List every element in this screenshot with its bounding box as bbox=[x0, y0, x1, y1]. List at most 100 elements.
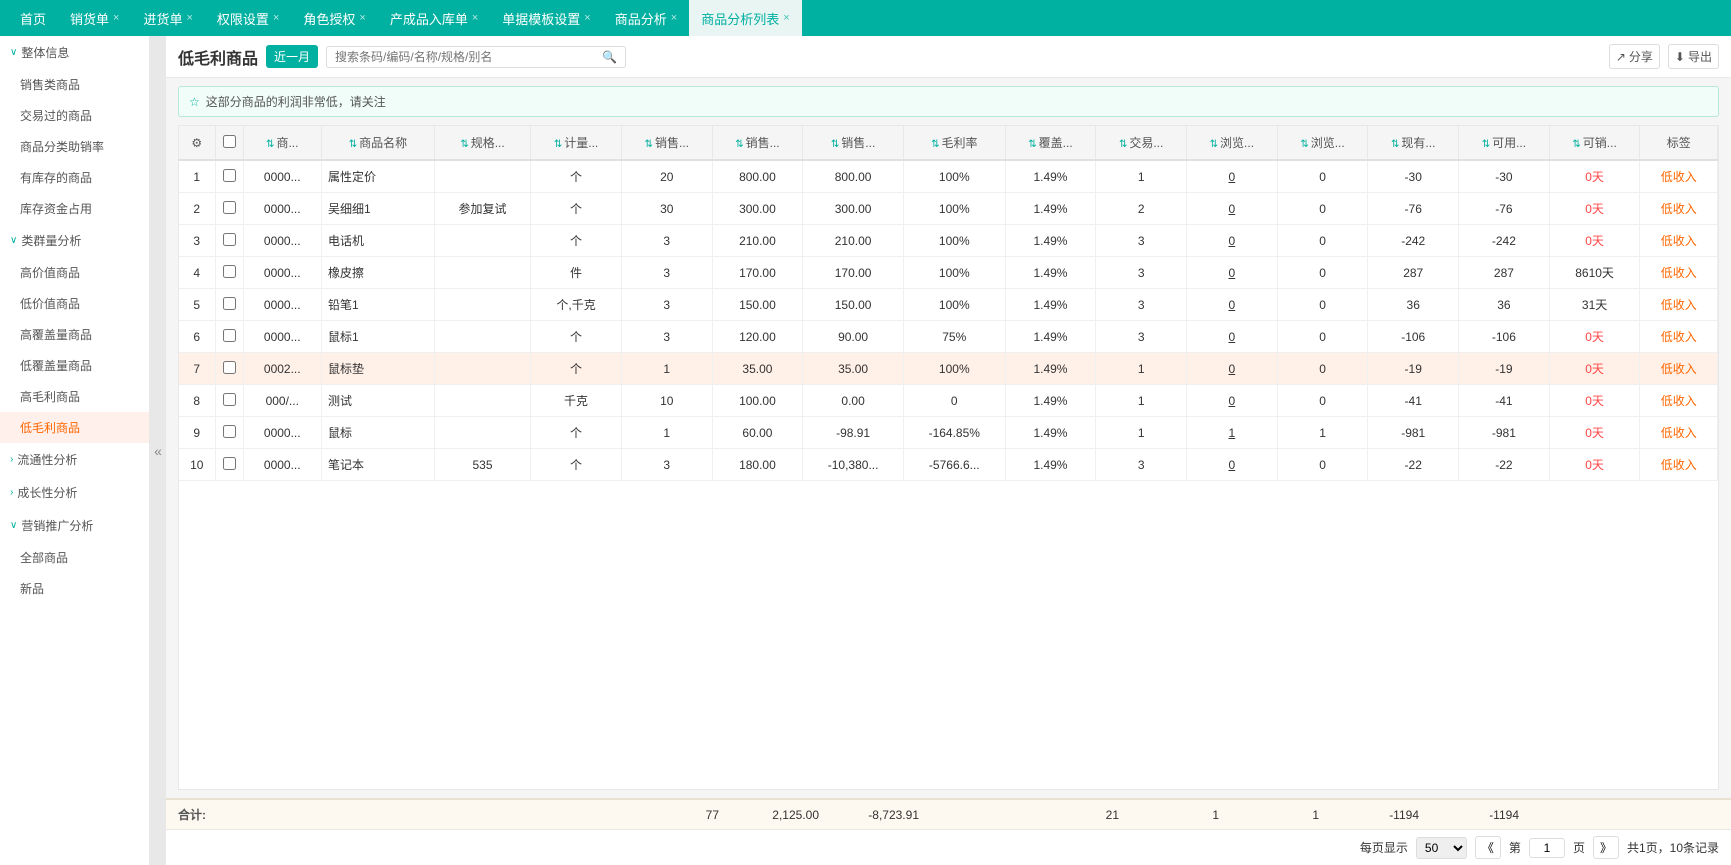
col-settings[interactable]: ⚙ bbox=[179, 126, 215, 160]
col-browse2[interactable]: ⇅浏览... bbox=[1277, 126, 1368, 160]
row-no: 8 bbox=[179, 385, 215, 417]
row-checkbox-input[interactable] bbox=[223, 265, 236, 278]
col-price[interactable]: ⇅销售... bbox=[712, 126, 803, 160]
close-icon[interactable]: × bbox=[273, 12, 279, 24]
sidebar-group-growth[interactable]: › 成长性分析 bbox=[0, 476, 149, 509]
row-checkbox-input[interactable] bbox=[223, 169, 236, 182]
col-trade[interactable]: ⇅交易... bbox=[1096, 126, 1187, 160]
row-browse1[interactable]: 0 bbox=[1187, 289, 1278, 321]
nav-role[interactable]: 角色授权 × bbox=[291, 0, 377, 36]
sidebar-item-sales-products[interactable]: 销售类商品 bbox=[0, 69, 149, 100]
nav-purchase[interactable]: 进货单 × bbox=[131, 0, 204, 36]
sidebar-item-traded-products[interactable]: 交易过的商品 bbox=[0, 100, 149, 131]
nav-permission[interactable]: 权限设置 × bbox=[205, 0, 291, 36]
prev-page-button[interactable]: 《 bbox=[1475, 836, 1501, 859]
next-page-button[interactable]: 》 bbox=[1593, 836, 1619, 859]
row-browse1[interactable]: 0 bbox=[1187, 257, 1278, 289]
export-button[interactable]: ⬇ 导出 bbox=[1668, 44, 1719, 69]
sidebar-item-low-coverage[interactable]: 低覆盖量商品 bbox=[0, 350, 149, 381]
row-checkbox[interactable] bbox=[215, 193, 243, 225]
row-checkbox[interactable] bbox=[215, 160, 243, 193]
sidebar-item-category-rate[interactable]: 商品分类助销率 bbox=[0, 131, 149, 162]
close-icon[interactable]: × bbox=[671, 12, 677, 24]
page-title: 低毛利商品 bbox=[178, 45, 258, 69]
row-browse1[interactable]: 0 bbox=[1187, 160, 1278, 193]
col-unit[interactable]: ⇅计量... bbox=[531, 126, 622, 160]
nav-template[interactable]: 单据模板设置 × bbox=[490, 0, 602, 36]
page-input[interactable] bbox=[1529, 838, 1565, 858]
row-checkbox[interactable] bbox=[215, 289, 243, 321]
nav-sales[interactable]: 销货单 × bbox=[58, 0, 131, 36]
nav-product-entry[interactable]: 产成品入库单 × bbox=[378, 0, 490, 36]
sidebar-group-cluster[interactable]: ∨ 类群量分析 bbox=[0, 224, 149, 257]
row-current: -41 bbox=[1368, 385, 1459, 417]
collapse-sidebar-button[interactable]: « bbox=[150, 36, 166, 865]
select-all-checkbox[interactable] bbox=[223, 135, 236, 148]
nav-product-analysis-list[interactable]: 商品分析列表 × bbox=[689, 0, 801, 36]
sidebar-item-high-margin[interactable]: 高毛利商品 bbox=[0, 381, 149, 412]
col-qty[interactable]: ⇅销售... bbox=[621, 126, 712, 160]
row-checkbox[interactable] bbox=[215, 257, 243, 289]
col-current[interactable]: ⇅现有... bbox=[1368, 126, 1459, 160]
col-spec[interactable]: ⇅规格... bbox=[434, 126, 530, 160]
col-amount[interactable]: ⇅销售... bbox=[803, 126, 904, 160]
sidebar-group-overview[interactable]: ∨ 整体信息 bbox=[0, 36, 149, 69]
col-margin[interactable]: ⇅毛利率 bbox=[903, 126, 1005, 160]
row-browse1[interactable]: 1 bbox=[1187, 417, 1278, 449]
share-button[interactable]: ↗ 分享 bbox=[1609, 44, 1660, 69]
close-icon[interactable]: × bbox=[186, 12, 192, 24]
col-saleable[interactable]: ⇅可销... bbox=[1549, 126, 1640, 160]
close-icon[interactable]: × bbox=[472, 12, 478, 24]
row-browse1[interactable]: 0 bbox=[1187, 321, 1278, 353]
close-icon[interactable]: × bbox=[359, 12, 365, 24]
sidebar-group-flow[interactable]: › 流通性分析 bbox=[0, 443, 149, 476]
col-code[interactable]: ⇅商... bbox=[243, 126, 322, 160]
col-browse1[interactable]: ⇅浏览... bbox=[1187, 126, 1278, 160]
row-checkbox[interactable] bbox=[215, 385, 243, 417]
sidebar-item-high-coverage[interactable]: 高覆盖量商品 bbox=[0, 319, 149, 350]
row-checkbox-input[interactable] bbox=[223, 329, 236, 342]
col-checkbox[interactable] bbox=[215, 126, 243, 160]
arrow-down-icon: ∨ bbox=[10, 235, 17, 246]
row-checkbox-input[interactable] bbox=[223, 457, 236, 470]
close-icon[interactable]: × bbox=[783, 12, 789, 24]
sidebar-item-new-products[interactable]: 新品 bbox=[0, 573, 149, 604]
row-checkbox-input[interactable] bbox=[223, 233, 236, 246]
sidebar-item-low-value[interactable]: 低价值商品 bbox=[0, 288, 149, 319]
row-browse2: 1 bbox=[1277, 417, 1368, 449]
row-browse1[interactable]: 0 bbox=[1187, 449, 1278, 481]
close-icon[interactable]: × bbox=[584, 12, 590, 24]
search-input[interactable] bbox=[335, 50, 602, 64]
nav-product-analysis[interactable]: 商品分析 × bbox=[603, 0, 689, 36]
row-checkbox[interactable] bbox=[215, 417, 243, 449]
row-browse1[interactable]: 0 bbox=[1187, 385, 1278, 417]
row-checkbox[interactable] bbox=[215, 449, 243, 481]
col-tag[interactable]: 标签 bbox=[1640, 126, 1718, 160]
row-checkbox-input[interactable] bbox=[223, 361, 236, 374]
nav-home[interactable]: 首页 bbox=[8, 0, 58, 36]
row-checkbox[interactable] bbox=[215, 353, 243, 385]
row-browse1[interactable]: 0 bbox=[1187, 353, 1278, 385]
page-size-select[interactable]: 50 100 bbox=[1416, 837, 1467, 859]
row-checkbox[interactable] bbox=[215, 225, 243, 257]
row-saleable: 0天 bbox=[1549, 321, 1640, 353]
row-checkbox-input[interactable] bbox=[223, 425, 236, 438]
sidebar-item-stock-products[interactable]: 有库存的商品 bbox=[0, 162, 149, 193]
row-browse1[interactable]: 0 bbox=[1187, 225, 1278, 257]
col-available[interactable]: ⇅可用... bbox=[1459, 126, 1550, 160]
sidebar-item-all-products[interactable]: 全部商品 bbox=[0, 542, 149, 573]
col-name[interactable]: ⇅商品名称 bbox=[322, 126, 435, 160]
row-checkbox-input[interactable] bbox=[223, 201, 236, 214]
row-checkbox-input[interactable] bbox=[223, 297, 236, 310]
row-checkbox[interactable] bbox=[215, 321, 243, 353]
sidebar-item-capital[interactable]: 库存资金占用 bbox=[0, 193, 149, 224]
sidebar-group-marketing[interactable]: ∨ 营销推广分析 bbox=[0, 509, 149, 542]
row-checkbox-input[interactable] bbox=[223, 393, 236, 406]
sidebar-item-low-margin[interactable]: 低毛利商品 bbox=[0, 412, 149, 443]
col-coverage[interactable]: ⇅覆盖... bbox=[1005, 126, 1096, 160]
row-name: 吴细细1 bbox=[322, 193, 435, 225]
close-icon[interactable]: × bbox=[113, 12, 119, 24]
row-browse1[interactable]: 0 bbox=[1187, 193, 1278, 225]
time-filter-button[interactable]: 近一月 bbox=[266, 45, 318, 68]
sidebar-item-high-value[interactable]: 高价值商品 bbox=[0, 257, 149, 288]
